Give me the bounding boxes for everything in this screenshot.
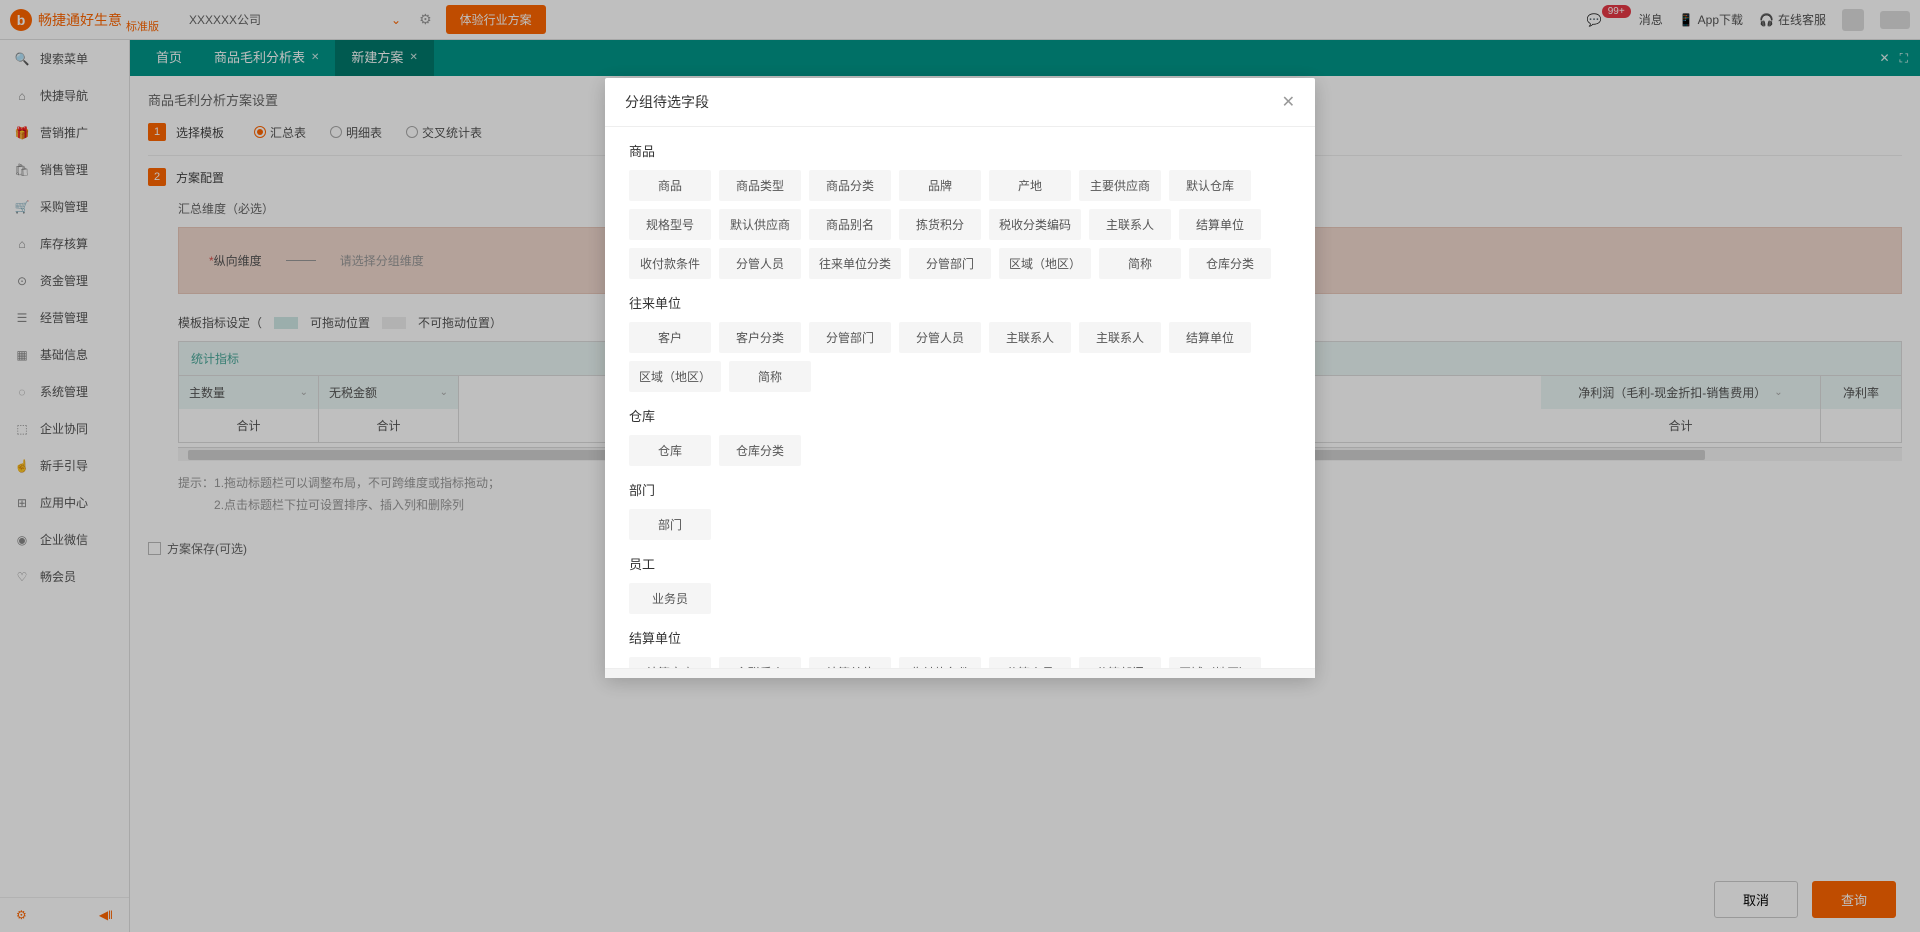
field-group: 商品商品商品类型商品分类品牌产地主要供应商默认仓库规格型号默认供应商商品别名拣货…	[629, 141, 1291, 279]
field-tag[interactable]: 税收分类编码	[989, 209, 1081, 240]
field-tag[interactable]: 分管部门	[809, 322, 891, 353]
field-tag[interactable]: 客户分类	[719, 322, 801, 353]
field-tag[interactable]: 收付款条件	[899, 657, 981, 668]
field-select-modal: 分组待选字段 ✕ 商品商品商品类型商品分类品牌产地主要供应商默认仓库规格型号默认…	[605, 78, 1315, 678]
field-group: 员工业务员	[629, 554, 1291, 614]
modal-title: 分组待选字段	[625, 92, 709, 112]
field-tag[interactable]: 简称	[1099, 248, 1181, 279]
field-tag[interactable]: 结算单位	[809, 657, 891, 668]
field-tag[interactable]: 品牌	[899, 170, 981, 201]
field-tag[interactable]: 部门	[629, 509, 711, 540]
field-tag[interactable]: 主联系人	[719, 657, 801, 668]
field-group: 部门部门	[629, 480, 1291, 540]
field-tag[interactable]: 区域（地区）	[629, 361, 721, 392]
field-tag[interactable]: 分管部门	[909, 248, 991, 279]
field-tag[interactable]: 分管部门	[1079, 657, 1161, 668]
field-tag[interactable]: 分管人员	[989, 657, 1071, 668]
field-tag[interactable]: 结算客户	[629, 657, 711, 668]
field-tag[interactable]: 分管人员	[719, 248, 801, 279]
field-tag[interactable]: 仓库分类	[1189, 248, 1271, 279]
field-group: 仓库仓库仓库分类	[629, 406, 1291, 466]
group-title: 结算单位	[629, 628, 1291, 647]
group-title: 仓库	[629, 406, 1291, 425]
field-tag[interactable]: 结算单位	[1169, 322, 1251, 353]
field-tag[interactable]: 规格型号	[629, 209, 711, 240]
field-tag[interactable]: 产地	[989, 170, 1071, 201]
field-tag[interactable]: 默认仓库	[1169, 170, 1251, 201]
field-tag[interactable]: 分管人员	[899, 322, 981, 353]
field-group: 结算单位结算客户主联系人结算单位收付款条件分管人员分管部门区域（地区）简称	[629, 628, 1291, 668]
group-title: 员工	[629, 554, 1291, 573]
field-tag[interactable]: 简称	[729, 361, 811, 392]
modal-header: 分组待选字段 ✕	[605, 78, 1315, 127]
field-tag[interactable]: 商品	[629, 170, 711, 201]
field-tag[interactable]: 拣货积分	[899, 209, 981, 240]
modal-hscroll[interactable]	[605, 668, 1315, 678]
field-tag[interactable]: 主联系人	[1089, 209, 1171, 240]
field-tag[interactable]: 主要供应商	[1079, 170, 1161, 201]
field-tag[interactable]: 主联系人	[1079, 322, 1161, 353]
modal-overlay: 分组待选字段 ✕ 商品商品商品类型商品分类品牌产地主要供应商默认仓库规格型号默认…	[0, 0, 1920, 932]
field-tag[interactable]: 商品类型	[719, 170, 801, 201]
group-title: 商品	[629, 141, 1291, 160]
group-title: 往来单位	[629, 293, 1291, 312]
field-group: 往来单位客户客户分类分管部门分管人员主联系人主联系人结算单位区域（地区）简称	[629, 293, 1291, 392]
field-tag[interactable]: 业务员	[629, 583, 711, 614]
field-tag[interactable]: 商品分类	[809, 170, 891, 201]
field-tag[interactable]: 商品别名	[809, 209, 891, 240]
group-title: 部门	[629, 480, 1291, 499]
field-tag[interactable]: 结算单位	[1179, 209, 1261, 240]
field-tag[interactable]: 区域（地区）	[1169, 657, 1261, 668]
modal-close-icon[interactable]: ✕	[1282, 92, 1295, 112]
field-tag[interactable]: 主联系人	[989, 322, 1071, 353]
field-tag[interactable]: 收付款条件	[629, 248, 711, 279]
modal-body: 商品商品商品类型商品分类品牌产地主要供应商默认仓库规格型号默认供应商商品别名拣货…	[605, 127, 1315, 668]
field-tag[interactable]: 默认供应商	[719, 209, 801, 240]
field-tag[interactable]: 区域（地区）	[999, 248, 1091, 279]
field-tag[interactable]: 仓库	[629, 435, 711, 466]
field-tag[interactable]: 往来单位分类	[809, 248, 901, 279]
field-tag[interactable]: 仓库分类	[719, 435, 801, 466]
field-tag[interactable]: 客户	[629, 322, 711, 353]
